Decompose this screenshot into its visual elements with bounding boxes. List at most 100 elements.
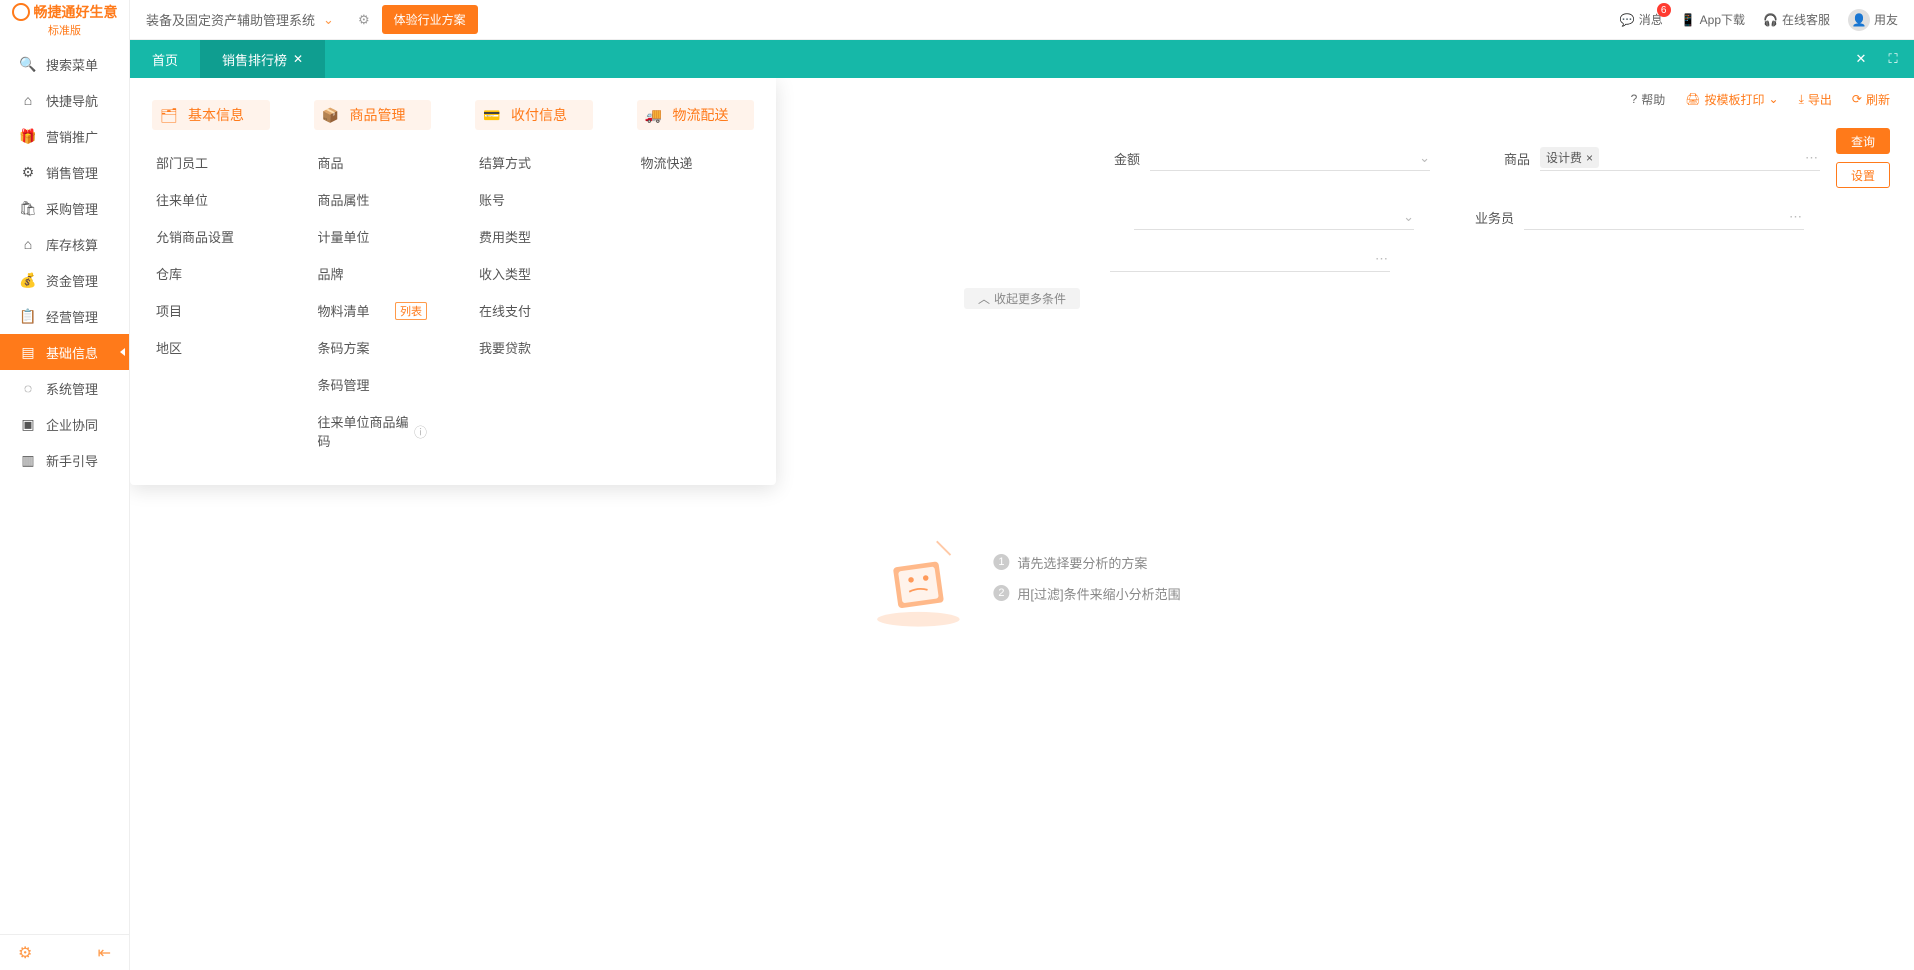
system-select[interactable]: 装备及固定资产辅助管理系统 ⌄ <box>146 10 346 29</box>
messages-button[interactable]: 💬 消息 6 <box>1620 11 1663 28</box>
filter-product-field[interactable]: 设计费× ⋯ <box>1540 145 1820 171</box>
tab-home[interactable]: 首页 <box>130 40 200 78</box>
close-icon[interactable]: ✕ <box>293 52 303 66</box>
mega-item[interactable]: 我要贷款 <box>475 329 593 366</box>
content-area: ?帮助 🖨按模板打印⌄ ⤓导出 ⟳刷新 金额 ⌄ 商品 设计费× <box>130 78 1914 970</box>
close-all-icon[interactable]: ✕ <box>1850 48 1872 70</box>
message-icon: 💬 <box>1620 13 1635 27</box>
nav-icon: ⚙ <box>20 164 36 180</box>
mega-item[interactable]: 计量单位 <box>314 218 432 255</box>
gear-icon[interactable]: ⚙ <box>358 12 370 28</box>
logo-icon <box>12 3 30 21</box>
filter-salesman-field[interactable]: ⋯ <box>1524 204 1804 230</box>
help-icon: ⓘ <box>414 422 427 441</box>
sidebar-item-label: 采购管理 <box>46 199 98 218</box>
mega-item[interactable]: 物料清单列表 <box>314 292 432 329</box>
sidebar-item-4[interactable]: 🛍采购管理 <box>0 190 129 226</box>
collapse-filters-button[interactable]: ︿收起更多条件 <box>964 288 1080 309</box>
tab-current[interactable]: 销售排行榜 ✕ <box>200 40 325 78</box>
sidebar-item-3[interactable]: ⚙销售管理 <box>0 154 129 190</box>
empty-illustration <box>863 523 973 633</box>
mega-item[interactable]: 往来单位商品编码ⓘ <box>314 403 432 459</box>
mega-item[interactable]: 在线支付 <box>475 292 593 329</box>
mega-header: 🗂基本信息 <box>152 100 270 130</box>
mega-header: 🚚物流配送 <box>637 100 755 130</box>
brand-edition: 标准版 <box>48 22 81 38</box>
fullscreen-icon[interactable]: ⛶ <box>1882 48 1904 70</box>
filter-field-3[interactable]: ⋯ <box>1110 246 1390 272</box>
online-service-button[interactable]: 🎧 在线客服 <box>1763 11 1830 28</box>
sidebar-item-1[interactable]: ⌂快捷导航 <box>0 82 129 118</box>
tabbar: 首页 销售排行榜 ✕ ✕ ⛶ <box>130 40 1914 78</box>
sidebar-item-label: 系统管理 <box>46 379 98 398</box>
collapse-sidebar-icon[interactable]: ⇤ <box>98 943 111 963</box>
sidebar-nav: 🔍搜索菜单⌂快捷导航🎁营销推广⚙销售管理🛍采购管理 ⌂ 库存核算 💰资金管理📋经营管理… <box>0 40 129 934</box>
export-button[interactable]: ⤓导出 <box>1799 91 1832 108</box>
empty-step-1: 1请先选择要分析的方案 <box>993 553 1180 572</box>
topbar: 装备及固定资产辅助管理系统 ⌄ ⚙ 体验行业方案 💬 消息 6 📱 App下载 … <box>130 0 1914 40</box>
mega-item[interactable]: 结算方式 <box>475 144 593 181</box>
settings-button[interactable]: 设置 <box>1836 162 1890 188</box>
more-icon: ⋯ <box>1789 209 1804 225</box>
sidebar-item-10[interactable]: ▣ 企业协同 <box>0 406 129 442</box>
export-icon: ⤓ <box>1799 92 1804 107</box>
nav-icon: ⌂ <box>20 236 36 252</box>
sidebar-item-label: 营销推广 <box>46 127 98 146</box>
service-label: 在线客服 <box>1782 11 1830 28</box>
mega-header: 💳收付信息 <box>475 100 593 130</box>
sidebar-item-8[interactable]: ▤ 基础信息 <box>0 334 129 370</box>
mega-item[interactable]: 收入类型 <box>475 255 593 292</box>
product-tag[interactable]: 设计费× <box>1540 147 1599 168</box>
mega-header: 📦商品管理 <box>314 100 432 130</box>
app-download-button[interactable]: 📱 App下载 <box>1681 11 1745 28</box>
sidebar-item-label: 企业协同 <box>46 415 98 434</box>
sidebar-item-11[interactable]: ▥新手引导 <box>0 442 129 478</box>
user-menu[interactable]: 👤 用友 <box>1848 9 1898 31</box>
mega-item[interactable]: 条码方案 <box>314 329 432 366</box>
sidebar-item-label: 基础信息 <box>46 343 98 362</box>
messages-count: 6 <box>1657 3 1671 17</box>
refresh-button[interactable]: ⟳刷新 <box>1852 91 1890 108</box>
mega-item[interactable]: 物流快递 <box>637 144 755 181</box>
mega-item[interactable]: 部门员工 <box>152 144 270 181</box>
nav-icon: ▤ <box>20 344 36 360</box>
remove-tag-icon[interactable]: × <box>1586 151 1593 165</box>
mega-item[interactable]: 允销商品设置 <box>152 218 270 255</box>
empty-state: 1请先选择要分析的方案 2用[过滤]条件来缩小分析范围 <box>863 523 1180 633</box>
filter-amount-label: 金额 <box>1100 149 1140 168</box>
print-template-button[interactable]: 🖨按模板打印⌄ <box>1685 91 1778 108</box>
nav-icon: ▣ <box>20 416 36 432</box>
try-plan-button[interactable]: 体验行业方案 <box>382 5 478 34</box>
mega-item[interactable]: 品牌 <box>314 255 432 292</box>
help-icon: ? <box>1631 92 1638 106</box>
mega-item[interactable]: 商品属性 <box>314 181 432 218</box>
nav-icon: ◌ <box>20 380 36 396</box>
filter-amount-field[interactable]: ⌄ <box>1150 145 1430 171</box>
mega-item[interactable]: 费用类型 <box>475 218 593 255</box>
mega-item[interactable]: 账号 <box>475 181 593 218</box>
sidebar-item-0[interactable]: 🔍搜索菜单 <box>0 46 129 82</box>
sidebar-item-6[interactable]: 💰资金管理 <box>0 262 129 298</box>
nav-icon: 📋 <box>20 308 36 324</box>
mega-item[interactable]: 地区 <box>152 329 270 366</box>
print-icon: 🖨 <box>1685 92 1700 106</box>
category-icon: 🚚 <box>643 104 665 126</box>
mega-item[interactable]: 项目 <box>152 292 270 329</box>
chevron-up-icon: ︿ <box>978 290 990 307</box>
user-name: 用友 <box>1874 11 1898 28</box>
help-button[interactable]: ?帮助 <box>1631 91 1666 108</box>
mega-item[interactable]: 仓库 <box>152 255 270 292</box>
mega-item[interactable]: 往来单位 <box>152 181 270 218</box>
mega-item[interactable]: 商品 <box>314 144 432 181</box>
sidebar-item-7[interactable]: 📋经营管理 <box>0 298 129 334</box>
sidebar-item-label: 库存核算 <box>46 235 98 254</box>
settings-icon[interactable]: ⚙ <box>18 943 32 963</box>
mega-item[interactable]: 条码管理 <box>314 366 432 403</box>
sidebar-item-9[interactable]: ◌ 系统管理 <box>0 370 129 406</box>
sidebar: 畅捷通好生意 标准版 🔍搜索菜单⌂快捷导航🎁营销推广⚙销售管理🛍采购管理⌂库存核… <box>0 0 130 970</box>
avatar-icon: 👤 <box>1848 9 1870 31</box>
filter-field-2[interactable]: ⌄ <box>1134 204 1414 230</box>
sidebar-item-2[interactable]: 🎁营销推广 <box>0 118 129 154</box>
query-button[interactable]: 查询 <box>1836 128 1890 154</box>
sidebar-item-5[interactable]: ⌂ 库存核算 <box>0 226 129 262</box>
